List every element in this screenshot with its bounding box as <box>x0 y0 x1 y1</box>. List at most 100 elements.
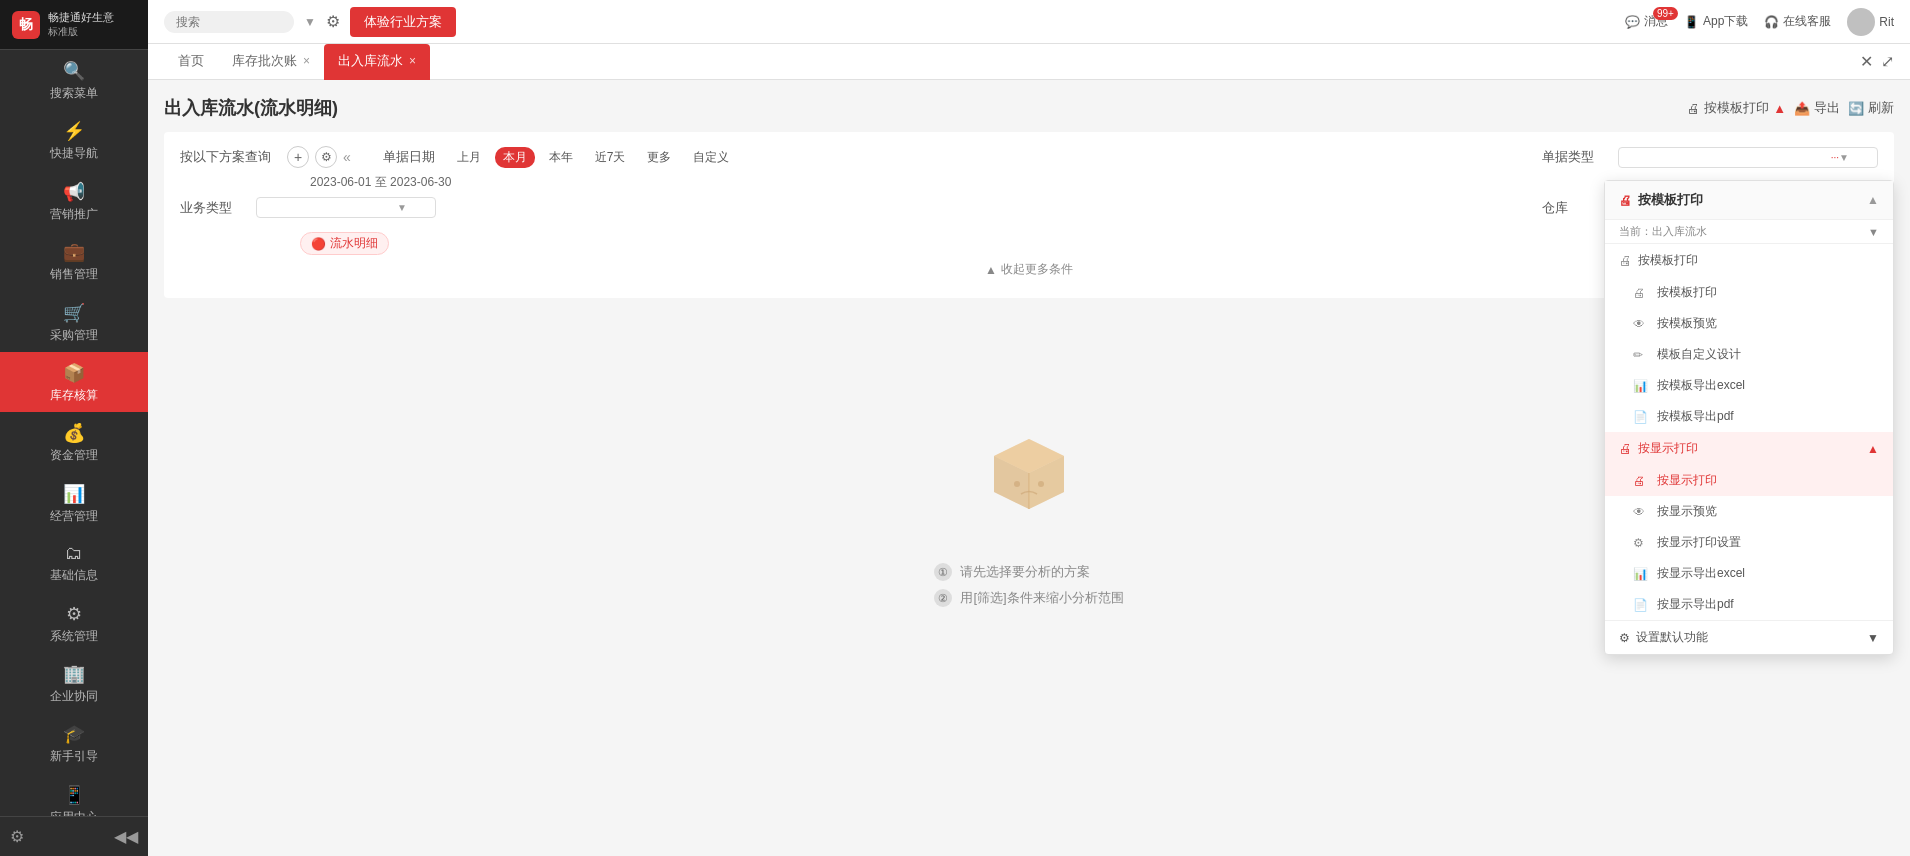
filter-actions: + ⚙ « <box>287 146 351 168</box>
tab-close-flow[interactable]: × <box>409 54 416 68</box>
display-pdf-icon: 📄 <box>1633 598 1649 612</box>
username-label: Rit <box>1879 15 1894 29</box>
tab-flow[interactable]: 出入库流水 × <box>324 44 430 80</box>
warehouse-label: 仓库 <box>1542 199 1602 217</box>
display-section-collapse-icon: ▲ <box>1867 442 1879 456</box>
sidebar-item-basics[interactable]: 🗂 基础信息 <box>0 533 148 592</box>
msg-icon: 💬 <box>1625 15 1640 29</box>
display-section-icon: 🖨 <box>1619 441 1632 456</box>
template-print-chevron: ▲ <box>1773 101 1786 116</box>
tab-close-batch[interactable]: × <box>303 54 310 68</box>
sidebar-item-sales[interactable]: 💼 销售管理 <box>0 231 148 291</box>
date-btn-this-year[interactable]: 本年 <box>541 147 581 168</box>
print-item-icon: 🖨 <box>1633 286 1649 300</box>
date-btn-custom[interactable]: 自定义 <box>685 147 737 168</box>
dropdown-item-template-print[interactable]: 🖨 按模板打印 <box>1605 277 1893 308</box>
sidebar-item-enterprise[interactable]: 🏢 企业协同 <box>0 653 148 713</box>
sidebar-item-system[interactable]: ⚙ 系统管理 <box>0 593 148 653</box>
sidebar-item-search[interactable]: 🔍 搜索菜单 <box>0 50 148 110</box>
filter-settings-button[interactable]: ⚙ <box>315 146 337 168</box>
dropdown-item-display-preview[interactable]: 👁 按显示预览 <box>1605 496 1893 527</box>
display-print-icon: 🖨 <box>1633 474 1649 488</box>
sidebar-item-inventory[interactable]: 📦 库存核算 <box>0 352 148 412</box>
filter-collapse-icon[interactable]: « <box>343 149 351 165</box>
app-download-button[interactable]: 📱 App下载 <box>1684 13 1748 30</box>
filter-tag-icon: 🔴 <box>311 237 326 251</box>
sidebar-item-operations[interactable]: 📊 经营管理 <box>0 473 148 533</box>
msg-button[interactable]: 💬 消息 99+ <box>1625 13 1668 30</box>
template-print-section: 🖨 按模板打印 🖨 按模板打印 👁 按模板预览 ✏ 模板自定义设计 <box>1605 244 1893 432</box>
chevron-down-icon[interactable]: ▼ <box>304 15 316 29</box>
sidebar-item-guide[interactable]: 🎓 新手引导 <box>0 713 148 773</box>
date-btn-7days[interactable]: 近7天 <box>587 147 634 168</box>
bill-type-select[interactable]: ··· ▼ <box>1618 147 1878 168</box>
template-print-button[interactable]: 🖨 按模板打印 ▲ <box>1687 99 1786 117</box>
refresh-icon: 🔄 <box>1848 101 1864 116</box>
operations-icon: 📊 <box>63 483 85 505</box>
sidebar-nav: 🔍 搜索菜单 ⚡ 快捷导航 📢 营销推广 💼 销售管理 🛒 采购管理 📦 库存核… <box>0 50 148 816</box>
search-input[interactable] <box>164 11 294 33</box>
active-filter-tag[interactable]: 🔴 流水明细 <box>300 232 389 255</box>
sidebar-item-finance[interactable]: 💰 资金管理 <box>0 412 148 472</box>
dropdown-item-template-preview[interactable]: 👁 按模板预览 <box>1605 308 1893 339</box>
template-print-section-header[interactable]: 🖨 按模板打印 <box>1605 244 1893 277</box>
dropdown-footer-default[interactable]: ⚙ 设置默认功能 ▼ <box>1605 620 1893 654</box>
sidebar-settings-btn[interactable]: ⚙ <box>10 827 24 846</box>
date-filter-area: 单据日期 上月 本月 本年 近7天 更多 自定义 <box>383 147 738 168</box>
template-section-icon: 🖨 <box>1619 253 1632 268</box>
export-button[interactable]: 📤 导出 <box>1794 99 1840 117</box>
dropdown-item-display-settings[interactable]: ⚙ 按显示打印设置 <box>1605 527 1893 558</box>
sidebar-item-marketing[interactable]: 📢 营销推广 <box>0 171 148 231</box>
bill-type-label: 单据类型 <box>1542 148 1602 166</box>
printer-icon: 🖨 <box>1687 101 1700 116</box>
inventory-icon: 📦 <box>63 362 85 384</box>
tab-batch[interactable]: 库存批次账 × <box>218 44 324 80</box>
empty-hints: ① 请先选择要分析的方案 ② 用[筛选]条件来缩小分析范围 <box>934 563 1123 615</box>
page-header: 出入库流水(流水明细) 🖨 按模板打印 ▲ 📤 导出 🔄 刷新 <box>164 96 1894 120</box>
dropdown-header: 🖨 按模板打印 ▲ <box>1605 181 1893 220</box>
refresh-button[interactable]: 🔄 刷新 <box>1848 99 1894 117</box>
display-preview-icon: 👁 <box>1633 505 1649 519</box>
dropdown-item-display-excel[interactable]: 📊 按显示导出excel <box>1605 558 1893 589</box>
dropdown-item-display-pdf[interactable]: 📄 按显示导出pdf <box>1605 589 1893 620</box>
preview-item-icon: 👁 <box>1633 317 1649 331</box>
export-icon: 📤 <box>1794 101 1810 116</box>
date-btn-more[interactable]: 更多 <box>639 147 679 168</box>
excel-item-icon: 📊 <box>1633 379 1649 393</box>
tab-home[interactable]: 首页 <box>164 44 218 80</box>
guide-icon: 🎓 <box>63 723 85 745</box>
trial-button[interactable]: 体验行业方案 <box>350 7 456 37</box>
dropdown-item-template-custom[interactable]: ✏ 模板自定义设计 <box>1605 339 1893 370</box>
tabs-right-actions: ✕ ⤢ <box>1860 52 1894 71</box>
enterprise-icon: 🏢 <box>63 663 85 685</box>
current-badge: 当前：出入库流水 ▼ <box>1605 220 1893 244</box>
date-btn-last-month[interactable]: 上月 <box>449 147 489 168</box>
sidebar-collapse-btn[interactable]: ◀◀ <box>114 827 138 846</box>
biz-type-select[interactable]: ▼ <box>256 197 436 218</box>
page-title: 出入库流水(流水明细) <box>164 96 338 120</box>
display-print-section-header[interactable]: 🖨 按显示打印 ▲ <box>1605 432 1893 465</box>
purchase-icon: 🛒 <box>63 302 85 324</box>
online-service-button[interactable]: 🎧 在线客服 <box>1764 13 1831 30</box>
dropdown-item-template-excel[interactable]: 📊 按模板导出excel <box>1605 370 1893 401</box>
app-logo-text: 畅捷通好生意 标准版 <box>48 10 114 39</box>
expand-window-btn[interactable]: ⤢ <box>1881 52 1894 71</box>
date-label: 单据日期 <box>383 148 443 166</box>
date-btn-this-month[interactable]: 本月 <box>495 147 535 168</box>
current-label: 当前：出入库流水 <box>1619 224 1707 239</box>
dropdown-item-display-print[interactable]: 🖨 按显示打印 <box>1605 465 1893 496</box>
app-logo-icon: 畅 <box>12 11 40 39</box>
user-avatar-area[interactable]: Rit <box>1847 8 1894 36</box>
sidebar-item-purchase[interactable]: 🛒 采购管理 <box>0 292 148 352</box>
tabs-bar: 首页 库存批次账 × 出入库流水 × ✕ ⤢ <box>148 44 1910 80</box>
filter-add-button[interactable]: + <box>287 146 309 168</box>
close-window-btn[interactable]: ✕ <box>1860 52 1873 71</box>
sidebar-item-apps[interactable]: 📱 应用中心 <box>0 774 148 816</box>
topbar-settings-icon[interactable]: ⚙ <box>326 12 340 31</box>
chevron-up-icon: ▲ <box>985 263 997 277</box>
bill-type-more-icon: ··· <box>1831 152 1839 163</box>
dropdown-item-template-pdf[interactable]: 📄 按模板导出pdf <box>1605 401 1893 432</box>
sidebar-item-shortcut[interactable]: ⚡ 快捷导航 <box>0 110 148 170</box>
default-arrow-icon: ▼ <box>1867 631 1879 645</box>
dropdown-collapse-icon[interactable]: ▲ <box>1867 193 1879 207</box>
